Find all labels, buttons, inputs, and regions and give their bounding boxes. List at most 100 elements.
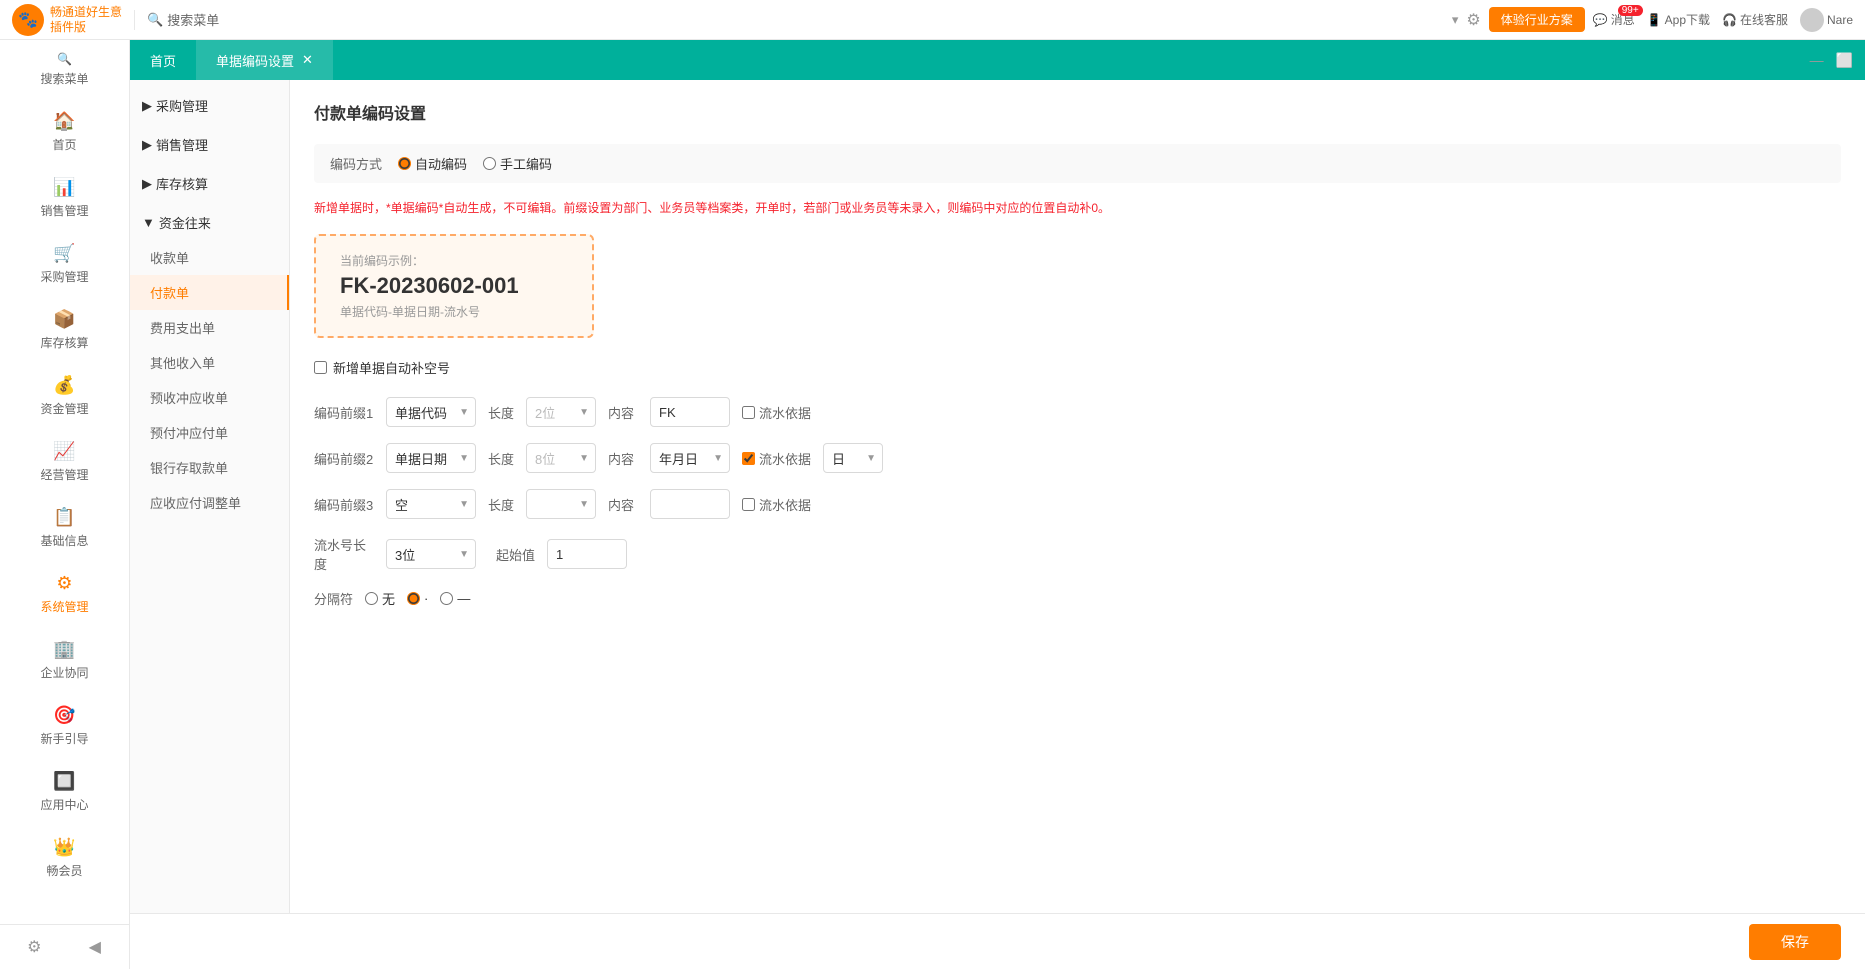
left-nav-group-purchase: ▶ 采购管理 — [130, 88, 289, 123]
enterprise-icon: 🏢 — [53, 639, 75, 660]
prefix3-select[interactable]: 空 ▼ — [386, 489, 476, 519]
auto-fill-row: 新增单据自动补空号 — [314, 358, 1841, 377]
search-menu[interactable]: 🔍 搜索菜单 — [147, 10, 1444, 29]
app-download-btn[interactable]: 📱 App下载 — [1647, 11, 1710, 28]
separator-none-radio[interactable] — [365, 592, 378, 605]
left-nav-item-other-income[interactable]: 其他收入单 — [130, 345, 289, 380]
separator-options: 无 · — — [365, 589, 470, 608]
chevron-right-icon: ▶ — [142, 176, 152, 192]
expand-icon[interactable]: ▾ — [1452, 12, 1459, 28]
nav-home[interactable]: 首页 — [130, 40, 196, 80]
auto-code-radio[interactable] — [398, 157, 411, 170]
start-value-input[interactable] — [547, 539, 627, 569]
trial-btn[interactable]: 体验行业方案 — [1489, 7, 1585, 32]
left-nav-item-expense[interactable]: 费用支出单 — [130, 310, 289, 345]
online-service-btn[interactable]: 🎧 在线客服 — [1722, 11, 1788, 28]
manual-code-option[interactable]: 手工编码 — [483, 154, 552, 173]
sidebar-item-system[interactable]: ⚙ 系统管理 — [0, 561, 129, 627]
tab-bar-actions: — ⬜ — [1798, 40, 1865, 80]
length3-label: 长度 — [488, 495, 514, 514]
length2-select[interactable]: 8位 ▼ — [526, 443, 596, 473]
operation-icon: 📈 — [53, 441, 75, 462]
save-button[interactable]: 保存 — [1749, 924, 1841, 960]
left-nav-purchase-toggle[interactable]: ▶ 采购管理 — [130, 88, 289, 123]
sidebar-item-member[interactable]: 👑 畅会员 — [0, 825, 129, 891]
left-nav-item-advance-pay[interactable]: 预付冲应付单 — [130, 415, 289, 450]
settings-icon[interactable]: ⚙ — [1466, 10, 1480, 30]
length1-select[interactable]: 2位 ▼ — [526, 397, 596, 427]
sidebar-item-finance[interactable]: 💰 资金管理 — [0, 363, 129, 429]
separator-dot-radio[interactable] — [407, 592, 420, 605]
message-badge: 99+ — [1618, 5, 1643, 16]
content2-select[interactable]: 年月日 ▼ — [650, 443, 730, 473]
sidebar-item-basic[interactable]: 📋 基础信息 — [0, 495, 129, 561]
tab-close-btn[interactable]: ✕ — [302, 52, 313, 68]
teal-nav: 首页 单据编码设置 ✕ — ⬜ — [130, 40, 1865, 80]
start-value-label: 起始值 — [496, 545, 535, 564]
sidebar-item-home[interactable]: 🏠 首页 — [0, 99, 129, 165]
serial-follow2-checkbox[interactable] — [742, 452, 755, 465]
serial-follow2-arrow-icon: ▼ — [866, 453, 876, 464]
auto-code-option[interactable]: 自动编码 — [398, 154, 467, 173]
serial-follow3-checkbox[interactable] — [742, 498, 755, 511]
serial-length-select[interactable]: 3位 ▼ — [386, 539, 476, 569]
left-nav-item-payment[interactable]: 付款单 — [130, 275, 289, 310]
left-nav-sales-toggle[interactable]: ▶ 销售管理 — [130, 127, 289, 162]
member-icon: 👑 — [53, 837, 75, 858]
left-nav-funds-toggle[interactable]: ▼ 资金往来 — [130, 205, 289, 240]
left-nav-item-bank-deposit[interactable]: 银行存取款单 — [130, 450, 289, 485]
bottom-bar: 保存 — [130, 913, 1865, 969]
sidebar-item-sales[interactable]: 📊 销售管理 — [0, 165, 129, 231]
sidebar-item-purchase[interactable]: 🛒 采购管理 — [0, 231, 129, 297]
auto-fill-checkbox[interactable] — [314, 361, 327, 374]
tab-maximize-btn[interactable]: ⬜ — [1832, 48, 1857, 73]
left-nav-item-receivable-adjust[interactable]: 应收应付调整单 — [130, 485, 289, 520]
serial-follow2-group: 流水依据 — [742, 449, 811, 468]
content3-input[interactable] — [650, 489, 730, 519]
logo-icon: 🐾 — [12, 4, 44, 36]
separator-dash-option[interactable]: — — [440, 591, 470, 606]
separator-none-option[interactable]: 无 — [365, 589, 395, 608]
content1-input[interactable] — [650, 397, 730, 427]
content-with-nav: ▶ 采购管理 ▶ 销售管理 ▶ 库存核算 — [130, 80, 1865, 913]
prefix2-row: 编码前缀2 单据日期 ▼ 长度 8位 ▼ 内容 年月日 ▼ — [314, 443, 1841, 473]
left-nav-inventory-toggle[interactable]: ▶ 库存核算 — [130, 166, 289, 201]
sidebar-search[interactable]: 🔍 搜索菜单 — [0, 40, 129, 99]
separator-dot-option[interactable]: · — [407, 591, 428, 606]
sidebar-item-appcenter[interactable]: 🔲 应用中心 — [0, 759, 129, 825]
main-layout: 🔍 搜索菜单 🏠 首页 📊 销售管理 🛒 采购管理 📦 库存核算 💰 资金管理 … — [0, 40, 1865, 969]
sidebar-item-operation[interactable]: 📈 经营管理 — [0, 429, 129, 495]
tab-minimize-btn[interactable]: — — [1806, 48, 1828, 72]
serial-follow1-checkbox[interactable] — [742, 406, 755, 419]
prefix2-select[interactable]: 单据日期 ▼ — [386, 443, 476, 473]
length3-select[interactable]: ▼ — [526, 489, 596, 519]
top-bar: 🐾 畅通道好生意 插件版 🔍 搜索菜单 ▾ ⚙ 体验行业方案 💬 消息 99+ … — [0, 0, 1865, 40]
nav-encoding[interactable]: 单据编码设置 ✕ — [196, 40, 333, 80]
chevron-down-icon: ▼ — [142, 215, 155, 230]
sidebar-item-enterprise[interactable]: 🏢 企业协同 — [0, 627, 129, 693]
length2-label: 长度 — [488, 449, 514, 468]
messages-btn[interactable]: 💬 消息 99+ — [1593, 11, 1635, 28]
main-content: 付款单编码设置 编码方式 自动编码 手工编码 — [290, 80, 1865, 913]
chevron-right-icon: ▶ — [142, 137, 152, 153]
prefix1-select[interactable]: 单据代码 ▼ — [386, 397, 476, 427]
system-icon: ⚙ — [56, 573, 72, 594]
inventory-icon: 📦 — [53, 309, 75, 330]
sidebar-item-newguide[interactable]: 🎯 新手引导 — [0, 693, 129, 759]
separator-dash-radio[interactable] — [440, 592, 453, 605]
avatar — [1800, 8, 1824, 32]
manual-code-radio[interactable] — [483, 157, 496, 170]
user-menu[interactable]: Nare — [1800, 8, 1853, 32]
sidebar-settings-btn[interactable]: ⚙ — [8, 933, 61, 961]
prefix2-label: 编码前缀2 — [314, 449, 374, 468]
sidebar-collapse-btn[interactable]: ◀ — [69, 933, 122, 961]
divider — [134, 10, 135, 30]
left-nav-item-advance-receive[interactable]: 预收冲应收单 — [130, 380, 289, 415]
coding-method-label: 编码方式 — [330, 154, 382, 173]
sidebar-item-inventory[interactable]: 📦 库存核算 — [0, 297, 129, 363]
guide-icon: 🎯 — [53, 705, 75, 726]
code-preview-label: 当前编码示例： — [340, 252, 568, 269]
serial-follow2-select[interactable]: 日 ▼ — [823, 443, 883, 473]
sidebar: 🔍 搜索菜单 🏠 首页 📊 销售管理 🛒 采购管理 📦 库存核算 💰 资金管理 … — [0, 40, 130, 969]
left-nav-item-receipt[interactable]: 收款单 — [130, 240, 289, 275]
